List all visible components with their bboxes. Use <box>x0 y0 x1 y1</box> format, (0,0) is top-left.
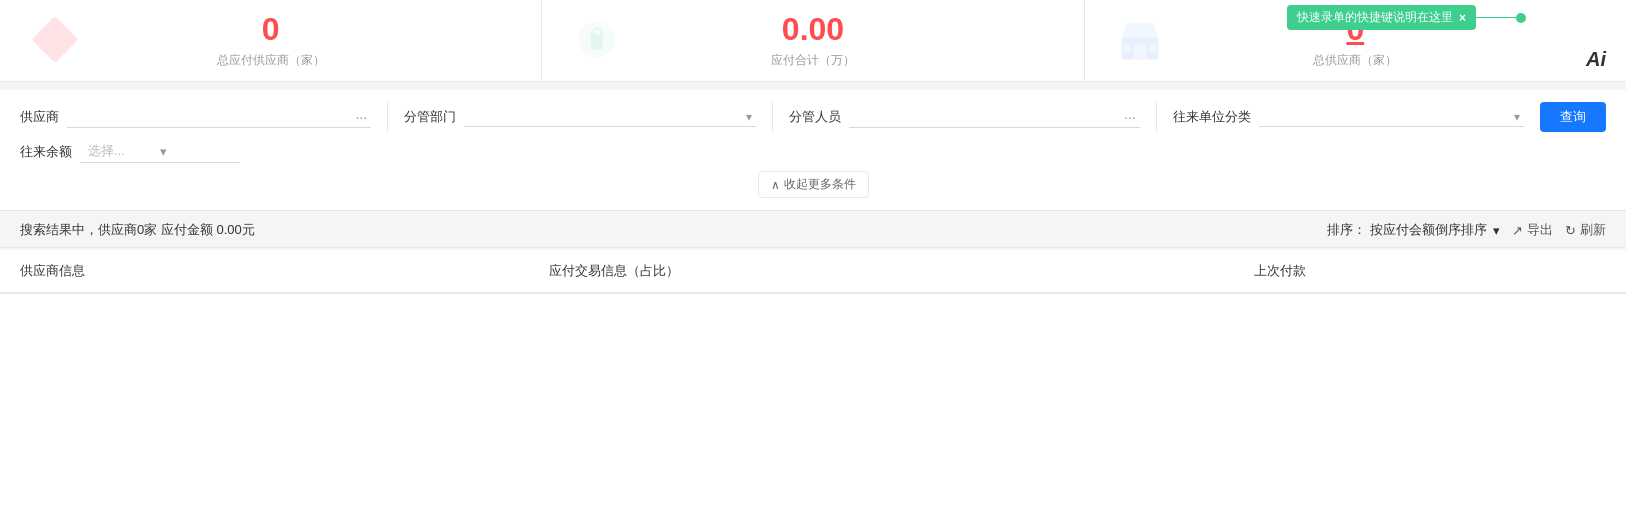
payable-total-card: 0.00 应付合计（万） <box>542 0 1084 81</box>
sort-chevron-icon: ▾ <box>1493 223 1500 238</box>
collapse-label: 收起更多条件 <box>784 176 856 193</box>
store-icon <box>1115 14 1165 67</box>
collapse-row: ∧ 收起更多条件 <box>20 171 1606 198</box>
unit-filter: 往来单位分类 ▾ <box>1173 107 1524 127</box>
supplier-filter: 供应商 ··· <box>20 107 371 128</box>
tooltip-line <box>1476 17 1516 18</box>
person-input-wrap[interactable]: ··· <box>849 107 1140 128</box>
table-col-payable-info: 应付交易信息（占比） <box>549 262 1254 280</box>
supplier-dots-icon[interactable]: ··· <box>356 109 368 125</box>
filter-row-1: 供应商 ··· 分管部门 ▾ 分管人员 ··· <box>20 102 1606 132</box>
balance-select[interactable]: 选择... ▾ <box>80 140 240 163</box>
supplier-input-wrap[interactable]: ··· <box>67 107 371 128</box>
person-dots-icon[interactable]: ··· <box>1124 109 1136 125</box>
supplier-input[interactable] <box>71 109 356 124</box>
unit-chevron-icon: ▾ <box>1514 110 1520 124</box>
payable-total-label: 应付合计（万） <box>771 52 855 69</box>
bag-icon <box>572 14 622 67</box>
ai-badge: Ai <box>1586 48 1606 71</box>
payable-total-number: 0.00 <box>782 12 844 47</box>
query-btn-wrap: 查询 <box>1540 102 1606 132</box>
unit-label: 往来单位分类 <box>1173 108 1251 126</box>
svg-rect-7 <box>1133 44 1146 59</box>
table-body <box>0 294 1626 515</box>
export-icon: ↗ <box>1512 223 1523 238</box>
table-col-supplier-info: 供应商信息 <box>20 262 549 280</box>
query-button[interactable]: 查询 <box>1540 102 1606 132</box>
balance-label: 往来余额 <box>20 143 72 161</box>
tooltip-bubble: 快速录单的快捷键说明在这里 × <box>1287 5 1476 30</box>
collapse-up-icon: ∧ <box>771 178 780 192</box>
diamond-icon <box>30 14 80 67</box>
refresh-icon: ↻ <box>1565 223 1576 238</box>
balance-chevron-icon: ▾ <box>160 144 232 159</box>
results-info: 搜索结果中，供应商0家 应付金额 0.00元 <box>20 221 255 239</box>
filter-section: 供应商 ··· 分管部门 ▾ 分管人员 ··· <box>0 90 1626 211</box>
table-header: 供应商信息 应付交易信息（占比） 上次付款 <box>0 250 1626 294</box>
total-payable-suppliers-card: 0 总应付供应商（家） <box>0 0 542 81</box>
divider-2 <box>772 102 773 132</box>
table-col-last-payment: 上次付款 <box>1254 262 1606 280</box>
sort-prefix: 排序： <box>1327 221 1366 239</box>
results-bar: 搜索结果中，供应商0家 应付金额 0.00元 排序： 按应付会额倒序排序 ▾ ↗… <box>0 213 1626 248</box>
svg-rect-8 <box>1123 44 1130 52</box>
refresh-label: 刷新 <box>1580 221 1606 239</box>
tooltip-container: 快速录单的快捷键说明在这里 × <box>1287 5 1526 30</box>
department-filter: 分管部门 ▾ <box>404 107 755 127</box>
top-stats-section: 0 总应付供应商（家） 0.00 应付合计（万） <box>0 0 1626 82</box>
export-label: 导出 <box>1527 221 1553 239</box>
sort-select[interactable]: 排序： 按应付会额倒序排序 ▾ <box>1327 221 1500 239</box>
results-actions: 排序： 按应付会额倒序排序 ▾ ↗ 导出 ↻ 刷新 <box>1327 221 1606 239</box>
filter-row-2: 往来余额 选择... ▾ <box>20 140 1606 163</box>
divider-3 <box>1156 102 1157 132</box>
total-payable-label: 总应付供应商（家） <box>217 52 325 69</box>
balance-placeholder: 选择... <box>88 142 160 160</box>
tooltip-close-button[interactable]: × <box>1459 11 1466 25</box>
department-label: 分管部门 <box>404 108 456 126</box>
total-suppliers-label: 总供应商（家） <box>1313 52 1397 69</box>
department-input[interactable] <box>468 109 745 124</box>
svg-point-4 <box>591 32 594 35</box>
total-suppliers-card: 快速录单的快捷键说明在这里 × 0 总供应商（家） Ai <box>1085 0 1626 81</box>
total-payable-number: 0 <box>262 12 280 47</box>
department-input-wrap[interactable]: ▾ <box>464 107 755 127</box>
unit-input-wrap[interactable]: ▾ <box>1259 107 1524 127</box>
svg-rect-9 <box>1150 44 1157 52</box>
unit-input[interactable] <box>1263 109 1514 124</box>
person-filter: 分管人员 ··· <box>789 107 1140 128</box>
tooltip-text: 快速录单的快捷键说明在这里 <box>1297 9 1453 26</box>
supplier-label: 供应商 <box>20 108 59 126</box>
export-button[interactable]: ↗ 导出 <box>1512 221 1553 239</box>
collapse-button[interactable]: ∧ 收起更多条件 <box>758 171 869 198</box>
person-label: 分管人员 <box>789 108 841 126</box>
refresh-button[interactable]: ↻ 刷新 <box>1565 221 1606 239</box>
sort-label: 按应付会额倒序排序 <box>1370 221 1487 239</box>
divider-1 <box>387 102 388 132</box>
person-input[interactable] <box>853 109 1125 124</box>
tooltip-dot <box>1516 13 1526 23</box>
svg-point-5 <box>601 32 604 35</box>
department-chevron-icon: ▾ <box>746 110 752 124</box>
